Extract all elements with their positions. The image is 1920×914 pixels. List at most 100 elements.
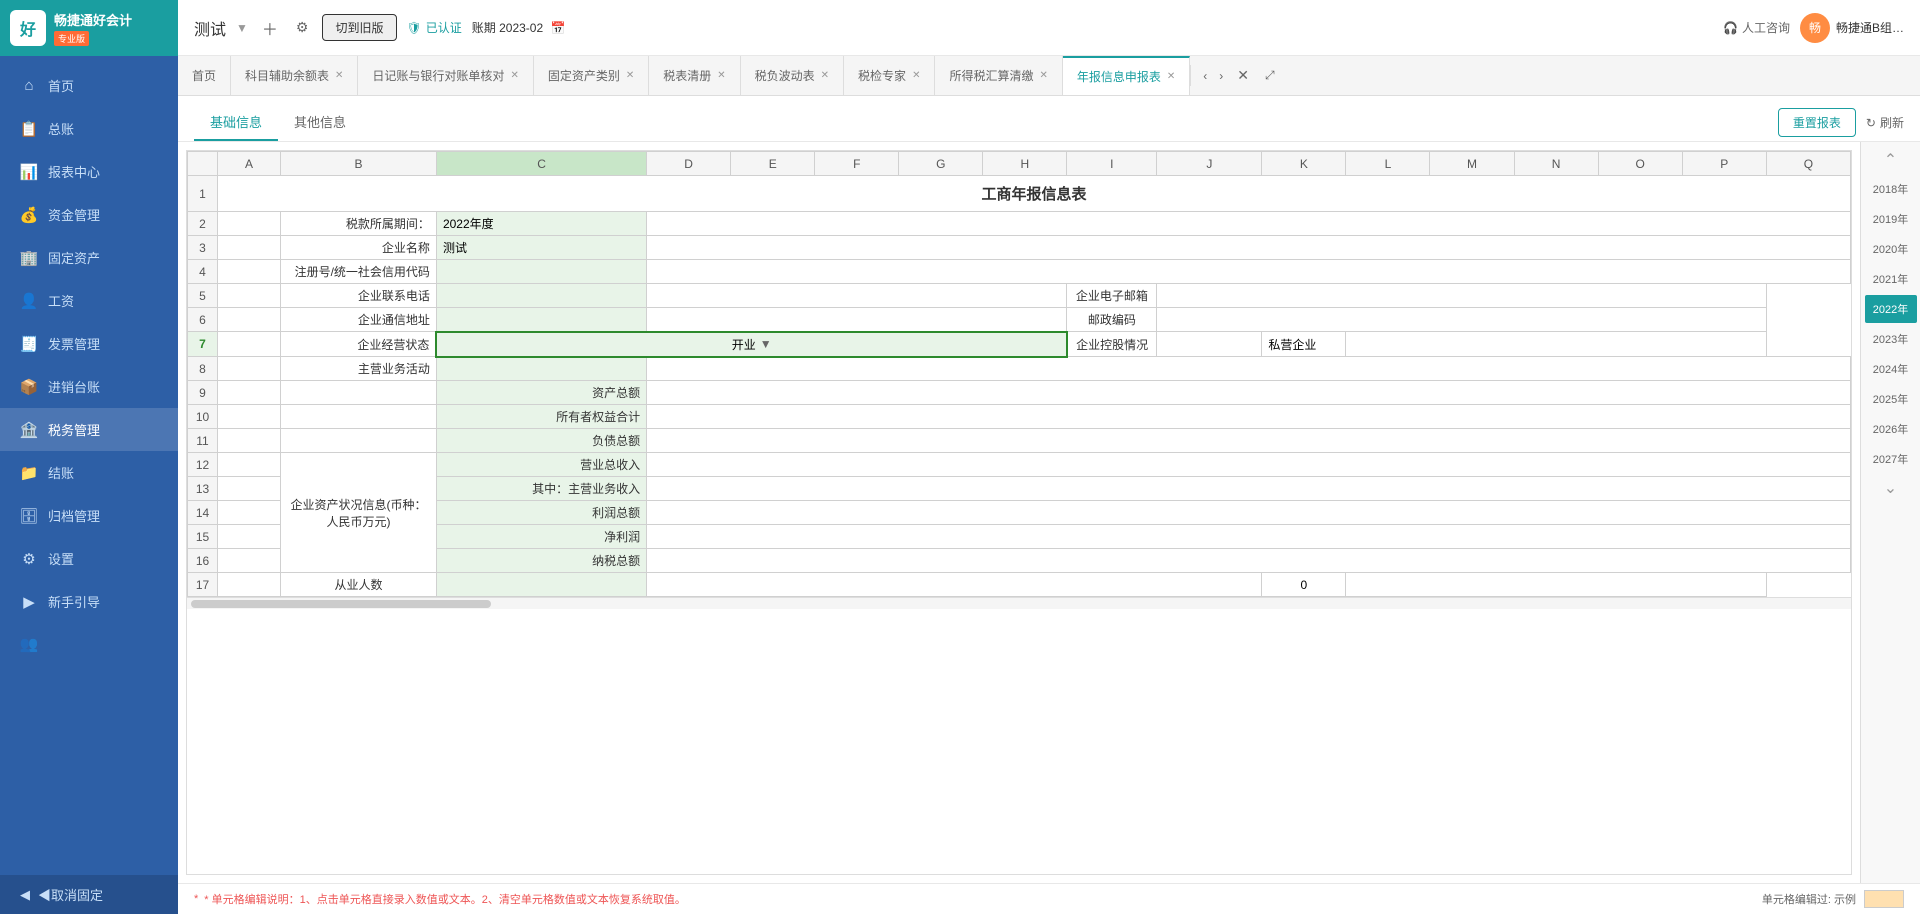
cell-3-A[interactable] — [218, 236, 281, 260]
tab-tax-expert[interactable]: 税检专家 ✕ — [844, 56, 935, 96]
cell-7-I[interactable]: 企业控股情况 — [1067, 332, 1157, 357]
cell-14-A[interactable] — [218, 501, 281, 525]
col-header-Q[interactable]: Q — [1766, 152, 1850, 176]
cell-2-B[interactable]: 税款所属期间： — [281, 212, 437, 236]
tab-journal[interactable]: 日记账与银行对账单核对 ✕ — [358, 56, 533, 96]
year-up-button[interactable]: ⌃ — [1880, 146, 1901, 174]
cell-17-K[interactable]: 0 — [1262, 573, 1346, 597]
cell-4-C[interactable] — [436, 260, 646, 284]
col-header-L[interactable]: L — [1346, 152, 1430, 176]
tab-aux[interactable]: 科目辅助余额表 ✕ — [231, 56, 358, 96]
cell-7-rest[interactable] — [1346, 332, 1766, 357]
cell-17-B[interactable]: 从业人数 — [281, 573, 437, 597]
cell-8-A[interactable] — [218, 357, 281, 381]
cell-6-A[interactable] — [218, 308, 281, 332]
cell-5-A[interactable] — [218, 284, 281, 308]
cell-12-rest[interactable] — [647, 453, 1851, 477]
cell-10-B[interactable] — [281, 405, 437, 429]
old-version-button[interactable]: 切到旧版 — [322, 14, 396, 41]
sidebar-item-settle[interactable]: 📁 结账 — [0, 451, 178, 494]
year-item-2020[interactable]: 2020年 — [1865, 235, 1917, 263]
col-header-A[interactable]: A — [218, 152, 281, 176]
cell-11-rest[interactable] — [647, 429, 1851, 453]
cell-11-A[interactable] — [218, 429, 281, 453]
col-header-J[interactable]: J — [1157, 152, 1262, 176]
tab-tax-wave[interactable]: 税负波动表 ✕ — [741, 56, 844, 96]
year-item-2021[interactable]: 2021年 — [1865, 265, 1917, 293]
sidebar-item-report[interactable]: 📊 报表中心 — [0, 150, 178, 193]
cell-12-A[interactable] — [218, 453, 281, 477]
sidebar-item-cash[interactable]: 💰 资金管理 — [0, 193, 178, 236]
cell-15-C[interactable]: 净利润 — [436, 525, 646, 549]
h-scrollbar-thumb[interactable] — [191, 600, 491, 608]
tab-close-icon[interactable]: ✕ — [821, 70, 829, 81]
cell-17-A[interactable] — [218, 573, 281, 597]
tab-close-icon[interactable]: ✕ — [1167, 71, 1175, 82]
sidebar-item-settings[interactable]: ⚙ 设置 — [0, 537, 178, 580]
cell-5-J-Q[interactable] — [1157, 284, 1766, 308]
h-scrollbar[interactable] — [187, 597, 1851, 609]
col-header-F[interactable]: F — [815, 152, 899, 176]
tab-expand-button[interactable]: ⤢ — [1259, 66, 1281, 85]
tab-close-icon[interactable]: ✕ — [717, 70, 725, 81]
cell-10-A[interactable] — [218, 405, 281, 429]
calendar-icon[interactable]: 📅 — [551, 21, 566, 35]
col-header-C[interactable]: C — [436, 152, 646, 176]
sidebar-item-guide[interactable]: ▶ 新手引导 — [0, 580, 178, 623]
cell-3-C[interactable]: 测试 — [436, 236, 646, 260]
col-header-H[interactable]: H — [983, 152, 1067, 176]
col-header-P[interactable]: P — [1682, 152, 1766, 176]
year-item-2019[interactable]: 2019年 — [1865, 205, 1917, 233]
col-header-N[interactable]: N — [1514, 152, 1598, 176]
tab-income-tax[interactable]: 所得税汇算清缴 ✕ — [935, 56, 1062, 96]
cell-3-rest[interactable] — [647, 236, 1851, 260]
cell-11-B[interactable] — [281, 429, 437, 453]
cell-14-rest[interactable] — [647, 501, 1851, 525]
cell-2-A[interactable] — [218, 212, 281, 236]
cell-13-A[interactable] — [218, 477, 281, 501]
cell-5-I[interactable]: 企业电子邮箱 — [1067, 284, 1157, 308]
cell-4-A[interactable] — [218, 260, 281, 284]
year-item-2022[interactable]: 2022年 — [1865, 295, 1917, 323]
tab-close-icon[interactable]: ✕ — [626, 70, 634, 81]
year-item-2026[interactable]: 2026年 — [1865, 415, 1917, 443]
tab-annual-report[interactable]: 年报信息申报表 ✕ — [1063, 56, 1190, 96]
cell-7-A[interactable] — [218, 332, 281, 357]
tab-close-icon[interactable]: ✕ — [912, 70, 920, 81]
cell-8-B[interactable]: 主营业务活动 — [281, 357, 437, 381]
cell-14-C[interactable]: 利润总额 — [436, 501, 646, 525]
sidebar-item-wage[interactable]: 👤 工资 — [0, 279, 178, 322]
cell-6-J-Q[interactable] — [1157, 308, 1766, 332]
cell-7-J[interactable] — [1157, 332, 1262, 357]
year-item-2023[interactable]: 2023年 — [1865, 325, 1917, 353]
cell-5-B[interactable]: 企业联系电话 — [281, 284, 437, 308]
cell-5-C[interactable] — [436, 284, 646, 308]
cell-10-C[interactable]: 所有者权益合计 — [436, 405, 646, 429]
cell-8-C[interactable] — [436, 357, 646, 381]
cell-16-A[interactable] — [218, 549, 281, 573]
refresh-button[interactable]: ↻ 刷新 — [1866, 114, 1904, 131]
cell-6-I[interactable]: 邮政编码 — [1067, 308, 1157, 332]
tab-close-icon[interactable]: ✕ — [510, 70, 518, 81]
cell-9-B[interactable] — [281, 381, 437, 405]
cell-13-C[interactable]: 其中：主营业务收入 — [436, 477, 646, 501]
col-header-B[interactable]: B — [281, 152, 437, 176]
cell-9-A[interactable] — [218, 381, 281, 405]
year-item-2018[interactable]: 2018年 — [1865, 175, 1917, 203]
col-header-K[interactable]: K — [1262, 152, 1346, 176]
cell-4-B[interactable]: 注册号/统一社会信用代码 — [281, 260, 437, 284]
cell-7-dropdown[interactable]: 开业 ▼ — [436, 332, 1066, 357]
sub-tab-basic[interactable]: 基础信息 — [194, 104, 278, 141]
col-header-D[interactable]: D — [647, 152, 731, 176]
settings-gear-icon[interactable]: ⚙ — [292, 15, 313, 40]
sidebar-item-invoice[interactable]: 🧾 发票管理 — [0, 322, 178, 365]
tab-close-icon[interactable]: ✕ — [1039, 70, 1047, 81]
cell-2-C[interactable]: 2022年度 — [436, 212, 646, 236]
dropdown-arrow-icon[interactable]: ▼ — [236, 21, 248, 35]
col-header-O[interactable]: O — [1598, 152, 1682, 176]
year-item-2024[interactable]: 2024年 — [1865, 355, 1917, 383]
year-item-2025[interactable]: 2025年 — [1865, 385, 1917, 413]
sidebar-item-stock[interactable]: 📦 进销台账 — [0, 365, 178, 408]
cell-2-rest[interactable] — [647, 212, 1851, 236]
cell-17-rest[interactable] — [1346, 573, 1766, 597]
